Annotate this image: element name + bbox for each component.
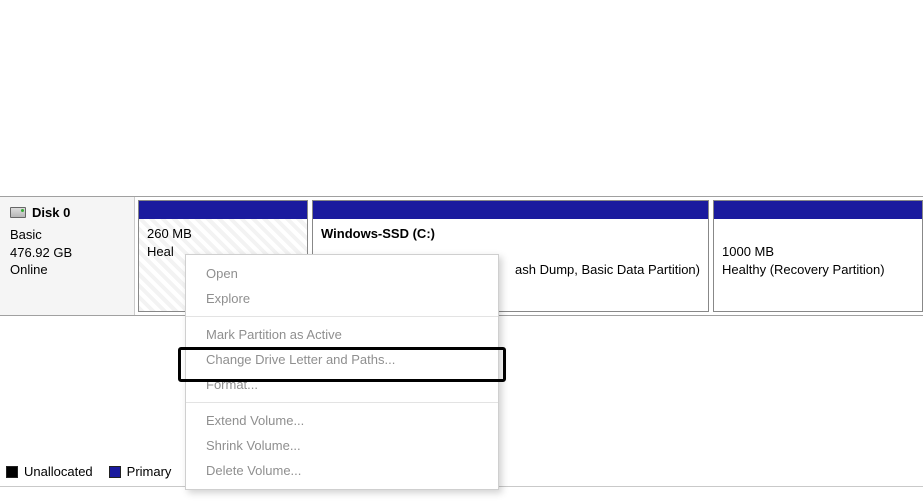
disk-status: Online — [10, 261, 72, 279]
disk-title: Disk 0 — [32, 205, 70, 220]
disk-size: 476.92 GB — [10, 244, 72, 262]
menu-open: Open — [186, 261, 498, 286]
partition-header — [139, 201, 307, 219]
legend-label: Unallocated — [24, 464, 93, 479]
legend: Unallocated Primary — [6, 464, 171, 479]
legend-primary: Primary — [109, 464, 172, 479]
partition-name: Windows-SSD (C:) — [321, 225, 700, 243]
menu-format: Format... — [186, 372, 498, 397]
menu-change-drive-letter[interactable]: Change Drive Letter and Paths... — [186, 347, 498, 372]
context-menu: Open Explore Mark Partition as Active Ch… — [185, 254, 499, 490]
disk-sub: Basic 476.92 GB Online — [10, 226, 72, 279]
legend-swatch-blue — [109, 466, 121, 478]
menu-separator — [186, 402, 498, 403]
legend-label: Primary — [127, 464, 172, 479]
disk-info[interactable]: Disk 0 Basic 476.92 GB Online — [0, 197, 135, 315]
partition-size: 260 MB — [147, 225, 299, 243]
legend-swatch-black — [6, 466, 18, 478]
menu-extend-volume: Extend Volume... — [186, 408, 498, 433]
menu-delete-volume: Delete Volume... — [186, 458, 498, 483]
disk-icon — [10, 207, 26, 218]
menu-separator — [186, 316, 498, 317]
menu-mark-active: Mark Partition as Active — [186, 322, 498, 347]
menu-explore: Explore — [186, 286, 498, 311]
partition-header — [714, 201, 922, 219]
partition-size: 1000 MB — [722, 243, 914, 261]
menu-shrink-volume: Shrink Volume... — [186, 433, 498, 458]
partition-recovery[interactable]: 1000 MB Healthy (Recovery Partition) — [713, 200, 923, 312]
partition-header — [313, 201, 708, 219]
legend-unallocated: Unallocated — [6, 464, 93, 479]
blank-area — [0, 0, 923, 196]
disk-type: Basic — [10, 226, 72, 244]
partition-status: Healthy (Recovery Partition) — [722, 261, 914, 279]
